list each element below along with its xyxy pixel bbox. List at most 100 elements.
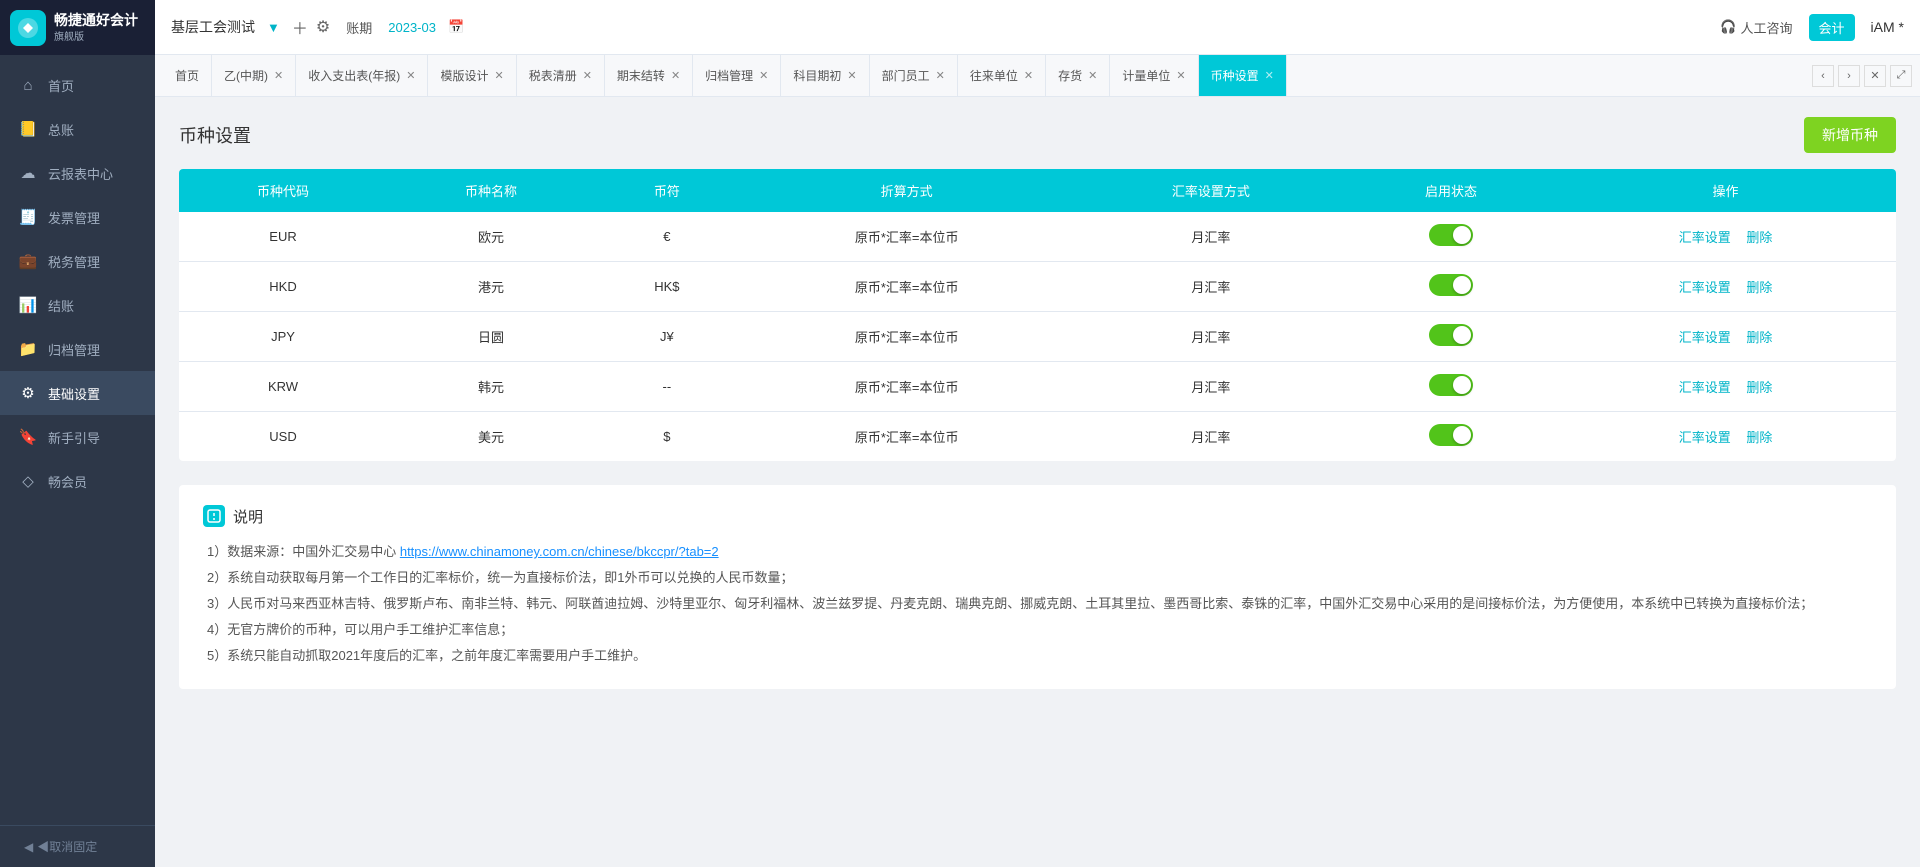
rate-setting-link[interactable]: 汇率设置 [1679, 380, 1731, 395]
tab-close-icon[interactable]: ✕ [936, 69, 945, 82]
sidebar-item-invoice[interactable]: 🧾 发票管理 [0, 195, 155, 239]
col-action: 操作 [1555, 169, 1896, 212]
notice-item: 4）无官方牌价的币种，可以用户手工维护汇率信息； [203, 617, 1872, 643]
tab-label: 币种设置 [1211, 67, 1259, 84]
sidebar-item-label: 云报表中心 [48, 164, 113, 183]
tab-close-icon[interactable]: ✕ [1024, 69, 1033, 82]
new-currency-button[interactable]: 新增币种 [1804, 117, 1896, 153]
tab-expand-button[interactable]: ⤢ [1890, 65, 1912, 87]
sidebar-item-label: 税务管理 [48, 252, 100, 271]
cell-symbol: $ [595, 412, 739, 462]
rate-setting-link[interactable]: 汇率设置 [1679, 230, 1731, 245]
tabbar: 首页 乙(中期) ✕ 收入支出表(年报) ✕ 模版设计 ✕ 税表清册 ✕ 期末结… [155, 55, 1920, 97]
sidebar-item-checkout[interactable]: 📊 结账 [0, 283, 155, 327]
tab-close-icon[interactable]: ✕ [406, 69, 415, 82]
sidebar-item-tax[interactable]: 💼 税务管理 [0, 239, 155, 283]
checkout-icon: 📊 [18, 295, 38, 315]
cell-symbol: J¥ [595, 312, 739, 362]
sidebar-item-home[interactable]: ⌂ 首页 [0, 63, 155, 107]
sidebar-item-archive[interactable]: 📁 归档管理 [0, 327, 155, 371]
tab-close-icon[interactable]: ✕ [494, 69, 503, 82]
rate-setting-link[interactable]: 汇率设置 [1679, 330, 1731, 345]
tab-tax[interactable]: 税表清册 ✕ [517, 55, 605, 96]
service-button[interactable]: 🎧 人工咨询 [1720, 18, 1792, 37]
tab-home[interactable]: 首页 [163, 55, 212, 96]
tab-close-icon[interactable]: ✕ [274, 69, 283, 82]
tab-next-button[interactable]: › [1838, 65, 1860, 87]
tab-close-icon[interactable]: ✕ [1265, 69, 1274, 82]
col-rate-type: 汇率设置方式 [1075, 169, 1347, 212]
sidebar-pin-toggle[interactable]: ◀ ◀取消固定 [0, 825, 155, 867]
tab-close-icon[interactable]: ✕ [583, 69, 592, 82]
tab-income[interactable]: 收入支出表(年报) ✕ [296, 55, 428, 96]
tab-close-all-button[interactable]: ✕ [1864, 65, 1886, 87]
sidebar-item-basic[interactable]: ⚙ 基础设置 [0, 371, 155, 415]
cell-status [1347, 312, 1555, 362]
tab-currency[interactable]: 币种设置 ✕ [1199, 55, 1287, 96]
delete-link[interactable]: 删除 [1746, 430, 1772, 445]
period-label: 账期 [346, 18, 372, 37]
tab-period[interactable]: 乙(中期) ✕ [212, 55, 296, 96]
delete-link[interactable]: 删除 [1746, 280, 1772, 295]
tab-archive[interactable]: 归档管理 ✕ [693, 55, 781, 96]
cell-action: 汇率设置 删除 [1555, 212, 1896, 262]
cell-action: 汇率设置 删除 [1555, 362, 1896, 412]
delete-link[interactable]: 删除 [1746, 230, 1772, 245]
cell-status [1347, 212, 1555, 262]
rate-setting-link[interactable]: 汇率设置 [1679, 430, 1731, 445]
tab-units[interactable]: 往来单位 ✕ [958, 55, 1046, 96]
account-button[interactable]: 会计 [1809, 14, 1855, 41]
delete-link[interactable]: 删除 [1746, 380, 1772, 395]
cell-rate-type: 月汇率 [1075, 412, 1347, 462]
rate-setting-link[interactable]: 汇率设置 [1679, 280, 1731, 295]
status-toggle[interactable] [1429, 374, 1473, 396]
sidebar-item-reports[interactable]: ☁ 云报表中心 [0, 151, 155, 195]
table-row: EUR 欧元 € 原币*汇率=本位币 月汇率 汇率设置 删除 [179, 212, 1896, 262]
status-toggle[interactable] [1429, 424, 1473, 446]
tab-label: 科目期初 [793, 67, 841, 84]
notice-link[interactable]: https://www.chinamoney.com.cn/chinese/bk… [400, 544, 719, 559]
tab-inventory[interactable]: 存货 ✕ [1046, 55, 1110, 96]
settings-gear-icon[interactable]: ⚙ [316, 17, 330, 37]
cell-code: KRW [179, 362, 387, 412]
tab-close-icon[interactable]: ✕ [1088, 69, 1097, 82]
tab-close-icon[interactable]: ✕ [671, 69, 680, 82]
period-value: 2023-03 [388, 20, 436, 35]
tab-dept[interactable]: 部门员工 ✕ [870, 55, 958, 96]
sidebar-item-guide[interactable]: 🔖 新手引导 [0, 415, 155, 459]
sidebar-item-label: 新手引导 [48, 428, 100, 447]
calendar-icon[interactable]: 📅 [448, 19, 464, 35]
sidebar: 畅捷通好会计 旗舰版 ⌂ 首页 📒 总账 ☁ 云报表中心 🧾 发票管理 💼 税务… [0, 0, 155, 867]
cell-status [1347, 262, 1555, 312]
cell-calc: 原币*汇率=本位币 [739, 312, 1075, 362]
notice-list: 1）数据来源：中国外汇交易中心 https://www.chinamoney.c… [203, 539, 1872, 669]
tab-close-icon[interactable]: ✕ [759, 69, 768, 82]
company-dropdown-icon[interactable]: ▼ [267, 20, 280, 35]
cell-name: 美元 [387, 412, 595, 462]
tab-measure[interactable]: 计量单位 ✕ [1110, 55, 1198, 96]
tab-subjects[interactable]: 科目期初 ✕ [781, 55, 869, 96]
tab-close-icon[interactable]: ✕ [847, 69, 856, 82]
status-toggle[interactable] [1429, 274, 1473, 296]
page-title: 币种设置 [179, 122, 251, 148]
tab-close-icon[interactable]: ✕ [1176, 69, 1185, 82]
tab-prev-button[interactable]: ‹ [1812, 65, 1834, 87]
toggle-thumb [1453, 326, 1471, 344]
table-row: HKD 港元 HK$ 原币*汇率=本位币 月汇率 汇率设置 删除 [179, 262, 1896, 312]
add-company-icon[interactable]: ＋ [292, 15, 308, 39]
cell-symbol: -- [595, 362, 739, 412]
status-toggle[interactable] [1429, 224, 1473, 246]
toggle-thumb [1453, 426, 1471, 444]
sidebar-item-member[interactable]: ◇ 畅会员 [0, 459, 155, 503]
settings-icon: ⚙ [18, 383, 38, 403]
tab-period-end[interactable]: 期末结转 ✕ [605, 55, 693, 96]
delete-link[interactable]: 删除 [1746, 330, 1772, 345]
content-area: 币种设置 新增币种 币种代码 币种名称 币符 折算方式 汇率设置方式 启用状态 … [155, 97, 1920, 867]
sidebar-nav: ⌂ 首页 📒 总账 ☁ 云报表中心 🧾 发票管理 💼 税务管理 📊 结账 📁 归… [0, 55, 155, 825]
status-toggle[interactable] [1429, 324, 1473, 346]
sidebar-item-label: 总账 [48, 120, 74, 139]
table-row: USD 美元 $ 原币*汇率=本位币 月汇率 汇率设置 删除 [179, 412, 1896, 462]
tab-template[interactable]: 模版设计 ✕ [428, 55, 516, 96]
sidebar-item-ledger[interactable]: 📒 总账 [0, 107, 155, 151]
logo-text-area: 畅捷通好会计 旗舰版 [54, 12, 138, 44]
